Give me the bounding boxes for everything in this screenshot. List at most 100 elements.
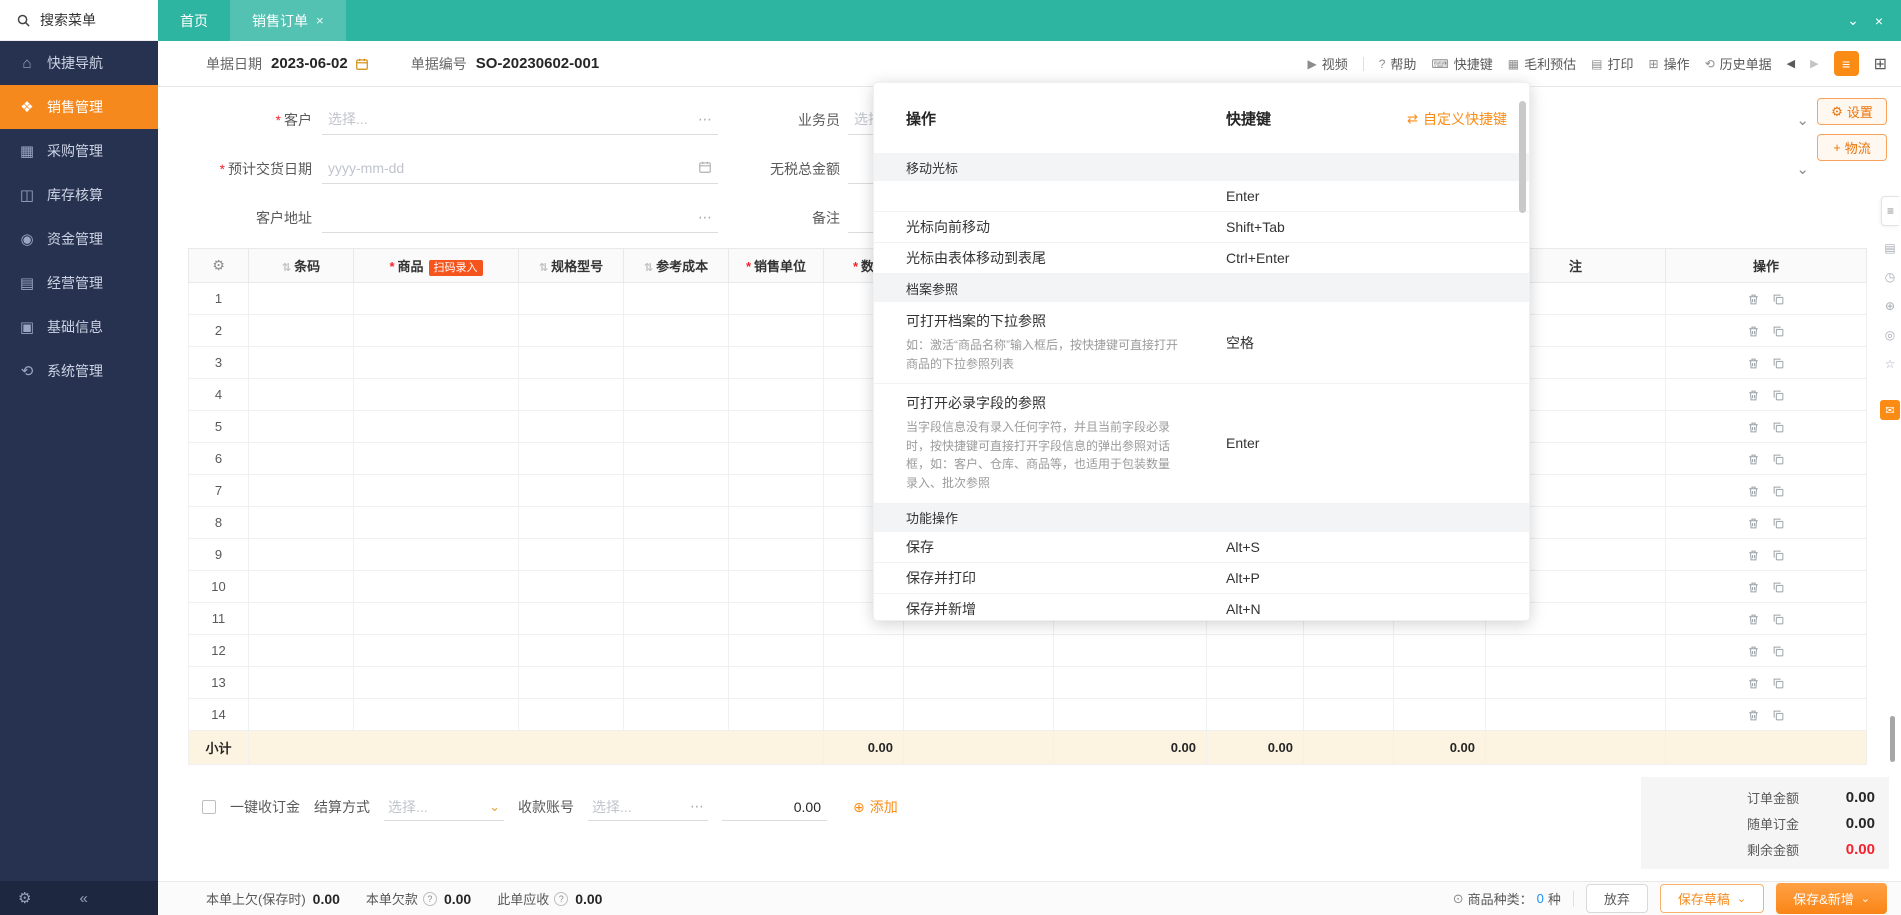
customer-input[interactable]: 选择... ⋯: [322, 105, 718, 135]
grid-cell[interactable]: [353, 346, 519, 379]
grid-cell[interactable]: [728, 666, 824, 699]
grid-cell[interactable]: [518, 634, 624, 667]
row-number-cell[interactable]: 13: [188, 666, 249, 699]
grid-cell[interactable]: [623, 634, 729, 667]
grid-cell[interactable]: [353, 698, 519, 731]
close-tab-icon[interactable]: ×: [316, 13, 324, 28]
grid-cell[interactable]: [248, 474, 354, 507]
settle-method-select[interactable]: 选择... ⌄: [384, 793, 504, 821]
grid-cell[interactable]: [518, 378, 624, 411]
grid-cell[interactable]: [353, 634, 519, 667]
abandon-button[interactable]: 放弃: [1585, 884, 1648, 913]
insert-row-button[interactable]: [1772, 581, 1785, 594]
grid-cell[interactable]: [623, 570, 729, 603]
grid-cell[interactable]: [903, 666, 1054, 699]
grid-cell[interactable]: [623, 442, 729, 475]
grid-cell[interactable]: [1393, 698, 1486, 731]
help-icon[interactable]: [554, 891, 569, 906]
delete-row-button[interactable]: [1747, 517, 1760, 530]
insert-row-button[interactable]: [1772, 421, 1785, 434]
grid-cell[interactable]: [1206, 698, 1304, 731]
grid-cell[interactable]: [623, 474, 729, 507]
close-icon[interactable]: ×: [1875, 13, 1883, 29]
grid-cell[interactable]: [728, 442, 824, 475]
grid-cell[interactable]: [518, 602, 624, 635]
grid-cell[interactable]: [518, 698, 624, 731]
grid-cell[interactable]: [728, 506, 824, 539]
row-number-cell[interactable]: 4: [188, 378, 249, 411]
help-icon[interactable]: [422, 891, 437, 906]
sidebar-item-business[interactable]: ▤ 经营管理: [0, 261, 158, 305]
grid-cell[interactable]: [728, 314, 824, 347]
grid-cell[interactable]: [518, 506, 624, 539]
grid-cell[interactable]: [823, 634, 904, 667]
grid-cell[interactable]: [823, 666, 904, 699]
print-button[interactable]: ▤ 打印: [1591, 54, 1633, 73]
chevron-down-icon[interactable]: ⌄: [1796, 160, 1809, 178]
row-number-cell[interactable]: 7: [188, 474, 249, 507]
video-button[interactable]: ▶ 视频: [1307, 54, 1347, 73]
grid-cell[interactable]: [248, 506, 354, 539]
operations-button[interactable]: ⊞ 操作: [1649, 54, 1690, 73]
chevron-down-icon[interactable]: ⌄: [1796, 111, 1809, 129]
grid-cell[interactable]: [353, 378, 519, 411]
target-icon[interactable]: ◎: [1885, 328, 1895, 342]
grid-cell[interactable]: [518, 346, 624, 379]
grid-cell[interactable]: [1053, 666, 1207, 699]
chat-button[interactable]: ✉: [1880, 400, 1900, 420]
insert-row-button[interactable]: [1772, 709, 1785, 722]
customer-address-input[interactable]: ⋯: [322, 203, 718, 233]
grid-cell[interactable]: [1485, 634, 1666, 667]
grid-cell[interactable]: [1485, 666, 1666, 699]
tab-sales-order[interactable]: 销售订单 ×: [230, 0, 346, 41]
grid-cell[interactable]: [1393, 634, 1486, 667]
help-button[interactable]: ? 帮助: [1379, 54, 1417, 73]
insert-row-button[interactable]: [1772, 485, 1785, 498]
delete-row-button[interactable]: [1747, 421, 1760, 434]
gear-icon[interactable]: ⚙: [212, 257, 225, 273]
grid-cell[interactable]: [248, 442, 354, 475]
grid-cell[interactable]: [728, 410, 824, 443]
grid-cell[interactable]: [1206, 666, 1304, 699]
grid-cell[interactable]: [353, 410, 519, 443]
grid-cell[interactable]: [1485, 698, 1666, 731]
doc-date-value[interactable]: 2023-06-02: [271, 55, 348, 72]
calendar-icon[interactable]: [355, 57, 369, 71]
grid-cell[interactable]: [1303, 666, 1394, 699]
customize-shortcuts-link[interactable]: ⇄ 自定义快捷键: [1407, 109, 1507, 129]
grid-cell[interactable]: [823, 698, 904, 731]
insert-row-button[interactable]: [1772, 325, 1785, 338]
grid-cell[interactable]: [623, 666, 729, 699]
sidebar-item-purchase[interactable]: ▦ 采购管理: [0, 129, 158, 173]
grid-cell[interactable]: [248, 378, 354, 411]
grid-cell[interactable]: [248, 314, 354, 347]
grid-cell[interactable]: [353, 570, 519, 603]
row-number-cell[interactable]: 5: [188, 410, 249, 443]
grid-cell[interactable]: [623, 346, 729, 379]
grid-cell[interactable]: [353, 538, 519, 571]
logistics-button[interactable]: + 物流: [1817, 134, 1887, 161]
grid-cell[interactable]: [518, 442, 624, 475]
grid-view-button[interactable]: ⊞: [1874, 54, 1887, 74]
grid-cell[interactable]: [353, 314, 519, 347]
more-icon[interactable]: ⋯: [690, 798, 704, 815]
grid-cell[interactable]: [518, 410, 624, 443]
grid-cell[interactable]: [353, 474, 519, 507]
delete-row-button[interactable]: [1747, 677, 1760, 690]
grid-cell[interactable]: [1393, 666, 1486, 699]
col-barcode[interactable]: ⇅ 条码: [248, 248, 354, 283]
grid-cell[interactable]: [1053, 698, 1207, 731]
save-draft-button[interactable]: 保存草稿 ⌄: [1659, 884, 1765, 913]
grid-cell[interactable]: [623, 698, 729, 731]
grid-cell[interactable]: [248, 282, 354, 315]
sidebar-item-inventory[interactable]: ◫ 库存核算: [0, 173, 158, 217]
grid-cell[interactable]: [903, 698, 1054, 731]
row-number-cell[interactable]: 10: [188, 570, 249, 603]
sidebar-item-funds[interactable]: ◉ 资金管理: [0, 217, 158, 261]
settings-button[interactable]: ⚙ 设置: [1817, 98, 1887, 125]
grid-cell[interactable]: [248, 602, 354, 635]
more-icon[interactable]: ⋯: [698, 111, 712, 128]
row-number-cell[interactable]: 2: [188, 314, 249, 347]
grid-cell[interactable]: [518, 666, 624, 699]
delete-row-button[interactable]: [1747, 453, 1760, 466]
